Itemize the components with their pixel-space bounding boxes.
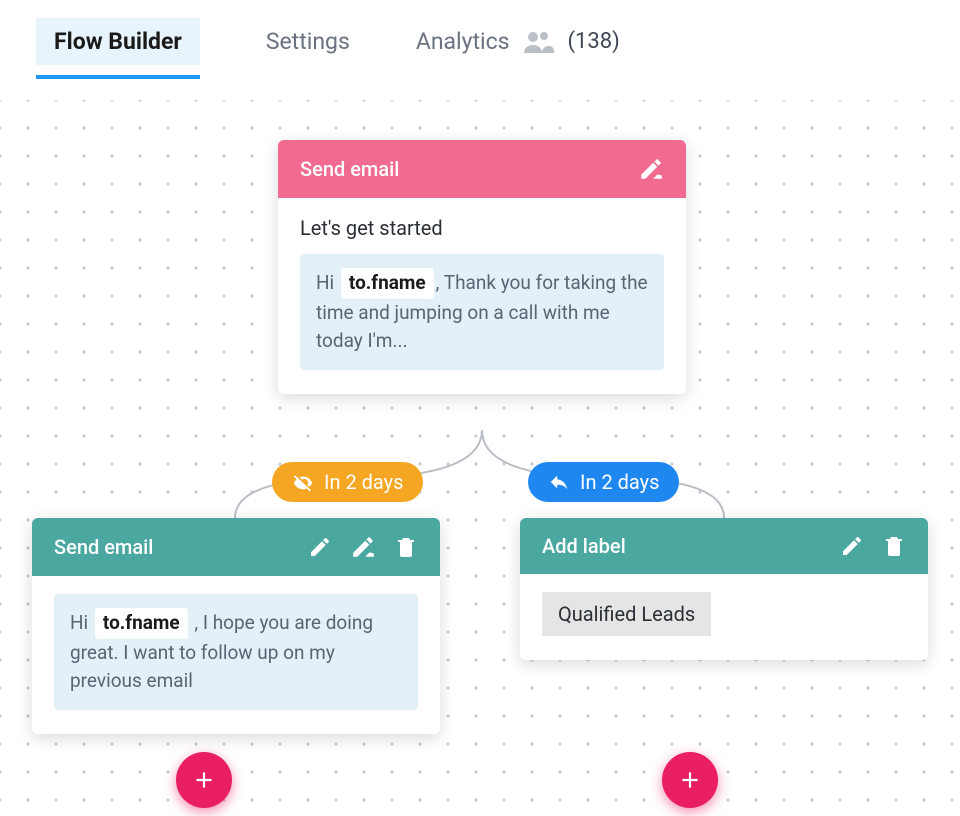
tab-settings[interactable]: Settings <box>248 18 368 65</box>
delete-icon[interactable] <box>394 535 418 559</box>
plus-icon <box>677 767 703 793</box>
node-header: Send email <box>278 140 686 198</box>
branch-condition-replied[interactable]: In 2 days <box>528 462 679 502</box>
node-send-email-followup[interactable]: Send email Hi to.fname , I hope you are … <box>32 518 440 734</box>
node-body: Qualified Leads <box>520 574 928 660</box>
flow-canvas[interactable]: Send email Let's get started Hi to.fname… <box>0 100 960 816</box>
node-header: Send email <box>32 518 440 576</box>
merge-token: to.fname <box>341 268 434 299</box>
add-step-button[interactable] <box>662 752 718 808</box>
node-body: Hi to.fname , I hope you are doing great… <box>32 576 440 734</box>
node-add-label[interactable]: Add label Qualified Leads <box>520 518 928 660</box>
people-icon <box>522 30 556 54</box>
node-title: Send email <box>54 535 153 559</box>
tab-bar: Flow Builder Settings Analytics (138) <box>0 0 960 65</box>
node-header: Add label <box>520 518 928 574</box>
tab-analytics-group[interactable]: Analytics (138) <box>416 18 620 65</box>
branch-delay-label: In 2 days <box>580 470 659 494</box>
merge-token: to.fname <box>95 608 188 639</box>
node-send-email-root[interactable]: Send email Let's get started Hi to.fname… <box>278 140 686 394</box>
tab-flow-builder[interactable]: Flow Builder <box>36 18 200 65</box>
reply-icon <box>548 471 570 493</box>
eye-off-icon <box>292 471 314 493</box>
node-title: Add label <box>542 534 626 558</box>
branch-condition-not-opened[interactable]: In 2 days <box>272 462 423 502</box>
delete-icon[interactable] <box>882 534 906 558</box>
label-chip: Qualified Leads <box>542 592 711 636</box>
branch-delay-label: In 2 days <box>324 470 403 494</box>
node-body: Let's get started Hi to.fname, Thank you… <box>278 198 686 394</box>
edit-content-icon[interactable] <box>350 534 376 560</box>
node-title: Send email <box>300 157 399 181</box>
edit-icon[interactable] <box>308 535 332 559</box>
tab-analytics-label: Analytics <box>416 18 510 65</box>
analytics-count: (138) <box>568 29 620 54</box>
email-snippet: Hi to.fname , I hope you are doing great… <box>54 594 418 710</box>
email-snippet: Hi to.fname, Thank you for taking the ti… <box>300 254 664 370</box>
edit-icon[interactable] <box>840 534 864 558</box>
email-subject: Let's get started <box>300 216 664 240</box>
plus-icon <box>191 767 217 793</box>
edit-content-icon[interactable] <box>638 156 664 182</box>
add-step-button[interactable] <box>176 752 232 808</box>
